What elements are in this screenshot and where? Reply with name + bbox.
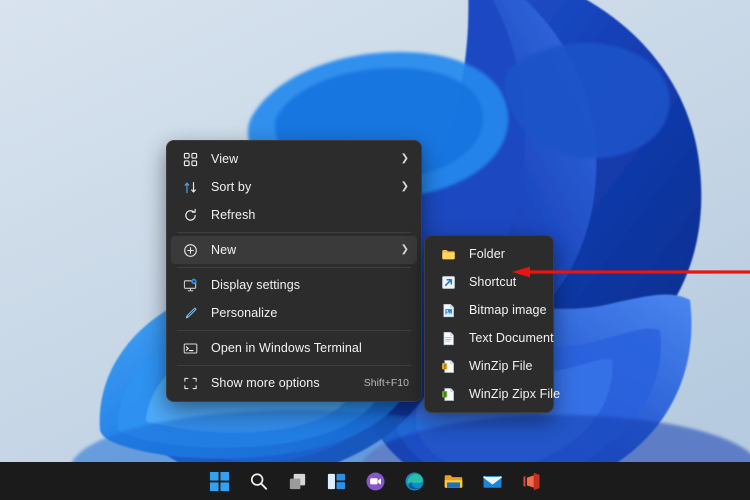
menu-item-label: New (211, 243, 237, 257)
windows-taskbar[interactable] (0, 462, 750, 500)
menu-item-label: Refresh (211, 208, 256, 222)
taskbar-chat-button[interactable] (362, 468, 388, 494)
submenu-item-label: Shortcut (469, 275, 517, 289)
taskbar-mail-button[interactable] (479, 468, 505, 494)
submenu-item-label: WinZip Zipx File (469, 387, 561, 401)
menu-separator (177, 365, 411, 366)
taskbar-file-explorer-button[interactable] (440, 468, 466, 494)
winzip-file-icon (439, 357, 457, 375)
menu-item-view[interactable]: View ❯ (171, 145, 417, 173)
office-icon (521, 471, 542, 492)
submenu-item-folder[interactable]: Folder (429, 240, 549, 268)
taskbar-start-button[interactable] (206, 468, 232, 494)
menu-item-accelerator: Shift+F10 (363, 377, 409, 389)
shortcut-arrow-icon (439, 273, 457, 291)
monitor-settings-icon (181, 276, 199, 294)
menu-item-show-more-options[interactable]: Show more options Shift+F10 (171, 369, 417, 397)
menu-item-refresh[interactable]: Refresh (171, 201, 417, 229)
new-plus-circle-icon (181, 241, 199, 259)
paintbrush-icon (181, 304, 199, 322)
folder-icon (439, 245, 457, 263)
submenu-item-bitmap-image[interactable]: Bitmap image (429, 296, 549, 324)
menu-item-open-in-windows-terminal[interactable]: Open in Windows Terminal (171, 334, 417, 362)
menu-item-label: Personalize (211, 306, 278, 320)
windows-start-icon (209, 471, 230, 492)
terminal-icon (181, 339, 199, 357)
taskbar-widgets-button[interactable] (323, 468, 349, 494)
submenu-item-shortcut[interactable]: Shortcut (429, 268, 549, 296)
sort-arrows-icon (181, 178, 199, 196)
menu-item-label: View (211, 152, 239, 166)
menu-item-new[interactable]: New ❯ (171, 236, 417, 264)
taskbar-task-view-button[interactable] (284, 468, 310, 494)
menu-item-personalize[interactable]: Personalize (171, 299, 417, 327)
mail-icon (482, 471, 503, 492)
new-submenu[interactable]: Folder Shortcut Bitmap image Text Docume… (424, 235, 560, 413)
submenu-item-label: Bitmap image (469, 303, 547, 317)
menu-separator (177, 267, 411, 268)
edge-icon (404, 471, 425, 492)
winzip-zipx-file-icon (439, 385, 457, 403)
menu-item-sort-by[interactable]: Sort by ❯ (171, 173, 417, 201)
taskbar-edge-button[interactable] (401, 468, 427, 494)
submenu-item-label: WinZip File (469, 359, 533, 373)
chevron-right-icon: ❯ (400, 181, 409, 192)
submenu-item-winzip-file[interactable]: WinZip File (429, 352, 549, 380)
desktop-context-menu[interactable]: View ❯ Sort by ❯ Refresh New ❯ Display s… (166, 140, 422, 402)
menu-item-label: Show more options (211, 376, 320, 390)
taskbar-office-button[interactable] (518, 468, 544, 494)
submenu-item-label: Folder (469, 247, 506, 261)
taskbar-search-button[interactable] (245, 468, 271, 494)
menu-item-label: Open in Windows Terminal (211, 341, 362, 355)
menu-item-display-settings[interactable]: Display settings (171, 271, 417, 299)
menu-item-label: Display settings (211, 278, 301, 292)
submenu-item-text-document[interactable]: Text Document (429, 324, 554, 352)
view-grid-icon (181, 150, 199, 168)
more-options-icon (181, 374, 199, 392)
refresh-icon (181, 206, 199, 224)
bitmap-image-icon (439, 301, 457, 319)
chat-teams-icon (365, 471, 386, 492)
task-view-icon (287, 471, 308, 492)
submenu-item-winzip-zipx-file[interactable]: WinZip Zipx File (429, 380, 560, 408)
chevron-right-icon: ❯ (400, 153, 409, 164)
menu-separator (177, 330, 411, 331)
submenu-item-label: Text Document (469, 331, 554, 345)
desktop-screen: View ❯ Sort by ❯ Refresh New ❯ Display s… (0, 0, 750, 500)
text-document-icon (439, 329, 457, 347)
file-explorer-icon (443, 471, 464, 492)
menu-item-label: Sort by (211, 180, 252, 194)
chevron-right-icon: ❯ (400, 244, 409, 255)
search-magnifier-icon (248, 471, 269, 492)
menu-separator (177, 232, 411, 233)
widgets-icon (326, 471, 347, 492)
